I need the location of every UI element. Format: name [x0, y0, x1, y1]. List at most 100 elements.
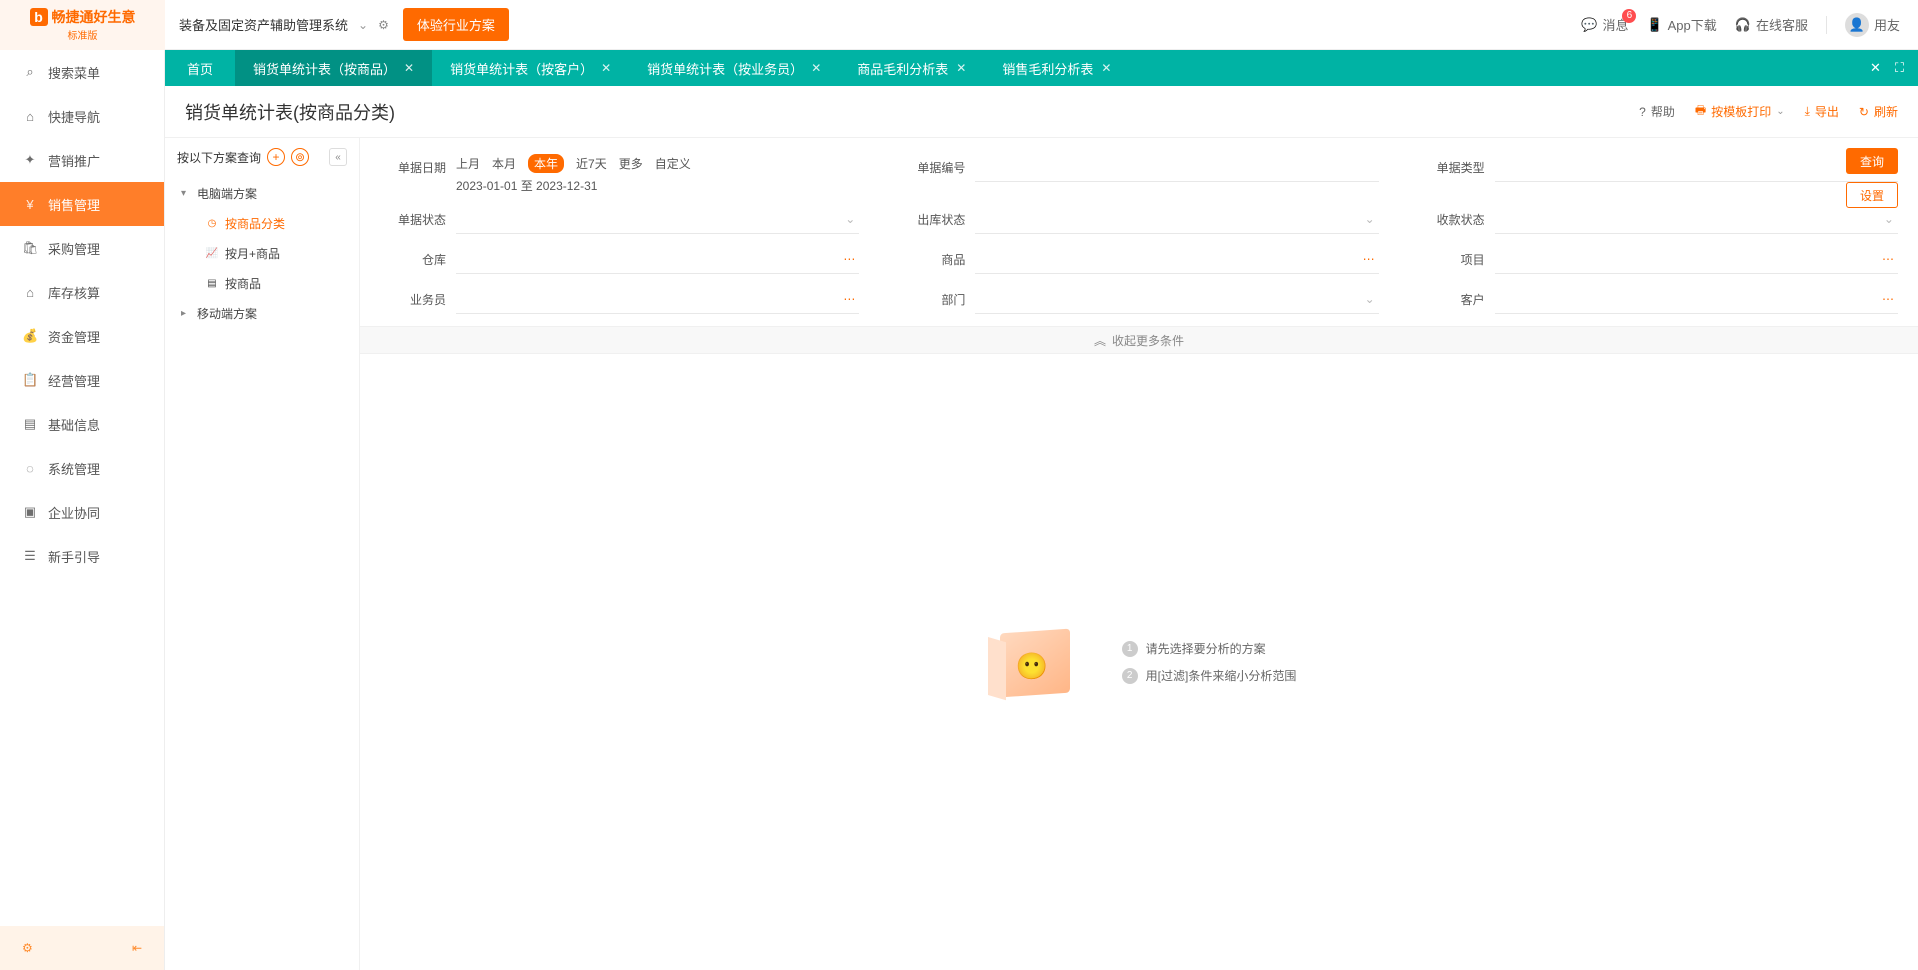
system-selector[interactable]: 装备及固定资产辅助管理系统 ⌄ ⚙ — [165, 15, 403, 34]
close-tab-icon[interactable]: ✕ — [404, 61, 414, 75]
gear-icon[interactable]: ⚙ — [22, 941, 33, 955]
tab-首页[interactable]: 首页 — [165, 50, 235, 86]
nav-icon: ¥ — [22, 197, 38, 212]
客户-input[interactable] — [1495, 286, 1898, 314]
close-all-tabs-icon[interactable]: ✕ — [1870, 60, 1881, 76]
close-tab-icon[interactable]: ✕ — [1101, 61, 1111, 75]
tab-销货单统计表（按业务员）[interactable]: 销货单统计表（按业务员）✕ — [629, 50, 839, 86]
filter-部门: 部门⌄ — [879, 280, 1398, 320]
nav-item-营销推广[interactable]: ✦营销推广 — [0, 138, 164, 182]
仓库-input[interactable] — [456, 246, 859, 274]
print-icon: 🖶 — [1695, 101, 1706, 122]
date-option-自定义[interactable]: 自定义 — [655, 155, 691, 172]
scheme-title: 按以下方案查询 — [177, 149, 261, 166]
filter-项目: 项目⋯ — [1399, 240, 1918, 280]
部门-input[interactable] — [975, 286, 1378, 314]
page-title: 销货单统计表(按商品分类) — [185, 99, 395, 125]
nav-item-企业协同[interactable]: ▣企业协同 — [0, 490, 164, 534]
项目-input[interactable] — [1495, 246, 1898, 274]
chart-icon: 📈 — [205, 246, 219, 260]
scheme-item-按商品分类[interactable]: ◷按商品分类 — [165, 208, 359, 238]
date-option-本月[interactable]: 本月 — [492, 155, 516, 172]
add-scheme-button[interactable]: + — [267, 148, 285, 166]
nav-icon: 📋 — [22, 372, 38, 388]
filter-商品: 商品⋯ — [879, 240, 1398, 280]
filter-单据状态: 单据状态⌄ — [360, 200, 879, 240]
logo: b畅捷通好生意 标准版 — [0, 0, 165, 50]
list-icon: ▤ — [205, 276, 219, 290]
nav-item-基础信息[interactable]: ▤基础信息 — [0, 402, 164, 446]
settings-button[interactable]: 设置 — [1846, 182, 1898, 208]
fullscreen-icon[interactable]: ⛶ — [1895, 60, 1904, 76]
query-button[interactable]: 查询 — [1846, 148, 1898, 174]
lookup-icon[interactable]: ⋯ — [1363, 252, 1375, 266]
collapse-filters-button[interactable]: ︽ 收起更多条件 — [360, 326, 1918, 354]
date-option-近7天[interactable]: 近7天 — [576, 155, 607, 172]
online-service-link[interactable]: 🎧 在线客服 — [1735, 15, 1808, 34]
logo-icon: b — [30, 8, 48, 26]
clock-icon: ◷ — [205, 216, 219, 230]
collapse-scheme-panel-button[interactable]: « — [329, 148, 347, 166]
nav-icon: ☰ — [22, 548, 38, 564]
tab-销售毛利分析表[interactable]: 销售毛利分析表✕ — [984, 50, 1129, 86]
refresh-link[interactable]: ↻刷新 — [1859, 103, 1898, 120]
nav-item-销售管理[interactable]: ¥销售管理 — [0, 182, 164, 226]
date-option-上月[interactable]: 上月 — [456, 155, 480, 172]
nav-item-经营管理[interactable]: 📋经营管理 — [0, 358, 164, 402]
lookup-icon[interactable]: ⋯ — [1882, 292, 1894, 306]
close-tab-icon[interactable]: ✕ — [956, 61, 966, 75]
top-right-group: 💬 消息 6 📱 App下载 🎧 在线客服 👤 用友 — [1581, 13, 1918, 37]
业务员-input[interactable] — [456, 286, 859, 314]
chevron-down-icon[interactable]: ⌄ — [1365, 292, 1375, 306]
close-tab-icon[interactable]: ✕ — [601, 61, 611, 75]
filters: 单据日期 上月本月本年近7天更多自定义 2023-01-01 至 2023-12… — [360, 138, 1918, 326]
tab-销货单统计表（按商品）[interactable]: 销货单统计表（按商品）✕ — [235, 50, 432, 86]
出库状态-input[interactable] — [975, 206, 1378, 234]
divider — [1826, 16, 1827, 34]
scheme-item-按月+商品[interactable]: 📈按月+商品 — [165, 238, 359, 268]
help-link[interactable]: ?帮助 — [1639, 103, 1675, 120]
chevron-down-icon[interactable]: ⌄ — [1365, 212, 1375, 226]
scheme-item-按商品[interactable]: ▤按商品 — [165, 268, 359, 298]
close-tab-icon[interactable]: ✕ — [811, 61, 821, 75]
单据状态-input[interactable] — [456, 206, 859, 234]
nav-item-搜索菜单[interactable]: ⌕搜索菜单 — [0, 50, 164, 94]
collapse-nav-icon[interactable]: ⇤ — [132, 941, 142, 955]
scheme-group-移动端方案[interactable]: ▸移动端方案 — [165, 298, 359, 328]
filter-客户: 客户⋯ — [1399, 280, 1918, 320]
tab-商品毛利分析表[interactable]: 商品毛利分析表✕ — [839, 50, 984, 86]
chevron-down-icon: ⌄ — [1776, 106, 1784, 117]
chevron-down-icon[interactable]: ⌄ — [845, 212, 855, 226]
chevron-down-icon: ⌄ — [358, 18, 368, 32]
nav-item-库存核算[interactable]: ⌂库存核算 — [0, 270, 164, 314]
experience-plan-button[interactable]: 体验行业方案 — [403, 8, 509, 41]
date-option-更多[interactable]: 更多 — [619, 155, 643, 172]
nav-icon: ◌ — [22, 461, 38, 476]
scheme-settings-button[interactable]: ⊚ — [291, 148, 309, 166]
scheme-group-电脑端方案[interactable]: ▾电脑端方案 — [165, 178, 359, 208]
export-link[interactable]: ⤓导出 — [1805, 103, 1839, 120]
nav-item-新手引导[interactable]: ☰新手引导 — [0, 534, 164, 578]
商品-input[interactable] — [975, 246, 1378, 274]
tab-销货单统计表（按客户）[interactable]: 销货单统计表（按客户）✕ — [432, 50, 629, 86]
messages-link[interactable]: 💬 消息 6 — [1581, 15, 1628, 34]
chevron-up-icon: ︽ — [1094, 332, 1106, 349]
app-download-link[interactable]: 📱 App下载 — [1646, 15, 1716, 34]
nav-item-系统管理[interactable]: ◌系统管理 — [0, 446, 164, 490]
user-menu[interactable]: 👤 用友 — [1845, 13, 1900, 37]
doc-no-input[interactable] — [975, 154, 1378, 182]
date-option-本年[interactable]: 本年 — [528, 154, 564, 173]
nav-item-快捷导航[interactable]: ⌂快捷导航 — [0, 94, 164, 138]
lookup-icon[interactable]: ⋯ — [843, 252, 855, 266]
username: 用友 — [1874, 15, 1900, 34]
lookup-icon[interactable]: ⋯ — [843, 292, 855, 306]
refresh-icon: ↻ — [1859, 105, 1869, 119]
tab-bar: 首页销货单统计表（按商品）✕销货单统计表（按客户）✕销货单统计表（按业务员）✕商… — [165, 50, 1918, 86]
lookup-icon[interactable]: ⋯ — [1882, 252, 1894, 266]
filter-仓库: 仓库⋯ — [360, 240, 879, 280]
gear-icon[interactable]: ⚙ — [378, 18, 389, 32]
phone-icon: 📱 — [1646, 17, 1662, 33]
nav-item-采购管理[interactable]: 🛍采购管理 — [0, 226, 164, 270]
print-template-link[interactable]: 🖶按模板打印⌄ — [1695, 101, 1785, 122]
nav-item-资金管理[interactable]: 💰资金管理 — [0, 314, 164, 358]
